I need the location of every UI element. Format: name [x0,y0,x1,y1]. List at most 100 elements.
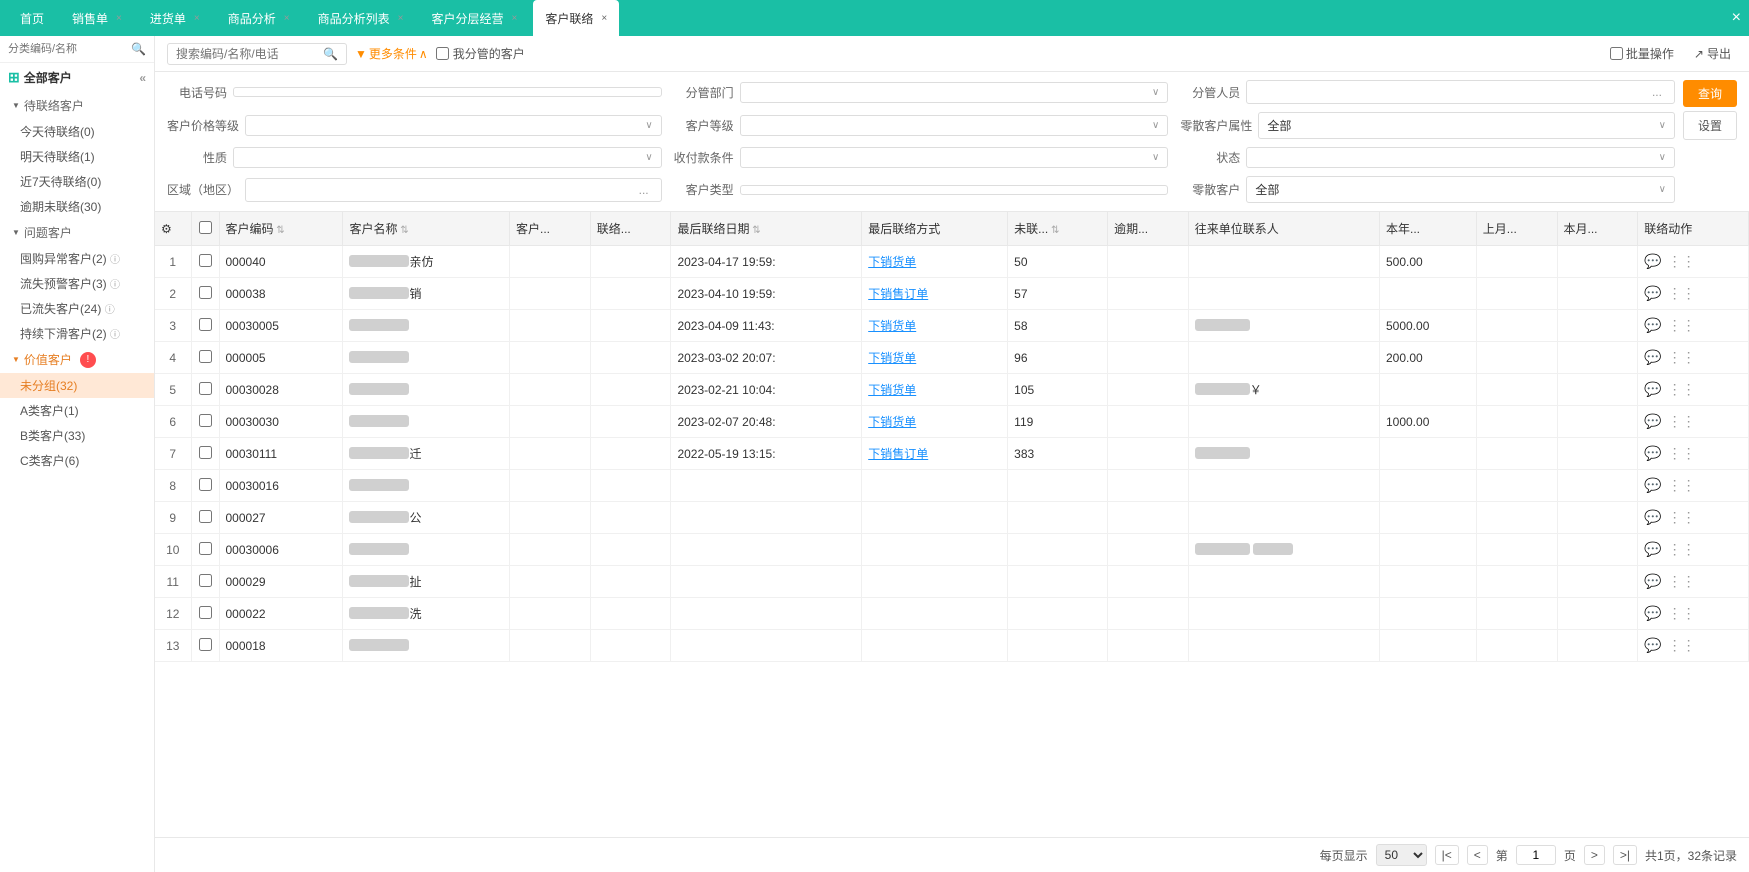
chat-icon[interactable]: 💬 [1644,253,1661,270]
more-filters-btn[interactable]: ▼ 更多条件 ∧ [355,45,428,62]
chat-icon[interactable]: 💬 [1644,317,1661,334]
th-name[interactable]: 客户名称 [343,212,510,246]
sidebar-item-hoarding[interactable]: 囤购异常客户(2) ⓘ [0,246,154,271]
th-settings[interactable]: ⚙ [155,212,191,246]
tab-customer-contact-close[interactable]: × [601,13,607,24]
row-checkbox[interactable] [199,254,212,267]
row-checkbox[interactable] [199,574,212,587]
tab-customer-tier[interactable]: 客户分层经营 × [419,0,529,36]
chat-icon[interactable]: 💬 [1644,349,1661,366]
cell-checkbox[interactable] [191,406,219,438]
sidebar-item-churned[interactable]: 已流失客户(24) ⓘ [0,296,154,321]
more-icon[interactable]: ⋮⋮ [1668,509,1696,526]
cell-checkbox[interactable] [191,310,219,342]
more-icon[interactable]: ⋮⋮ [1668,605,1696,622]
cell-checkbox[interactable] [191,502,219,534]
cell-checkbox[interactable] [191,470,219,502]
chat-icon[interactable]: 💬 [1644,573,1661,590]
contact-method-link[interactable]: 下销货单 [868,255,916,269]
page-input[interactable] [1516,845,1556,865]
more-icon[interactable]: ⋮⋮ [1668,445,1696,462]
manager-input[interactable]: ... [1246,80,1675,104]
all-customers-section[interactable]: ⊞ 全部客户 « [0,63,154,92]
th-last-contact-date[interactable]: 最后联络日期 [671,212,862,246]
dept-input[interactable]: ∨ [740,82,1169,103]
row-checkbox[interactable] [199,606,212,619]
contact-method-link[interactable]: 下销货单 [868,383,916,397]
select-all-checkbox[interactable] [199,221,212,234]
sidebar-group-problem[interactable]: ▼ 问题客户 [0,219,154,246]
close-window-btn[interactable]: × [1732,9,1741,27]
th-last-month[interactable]: 上月... [1476,212,1557,246]
more-icon[interactable]: ⋮⋮ [1668,573,1696,590]
batch-checkbox[interactable] [1610,47,1623,60]
row-checkbox[interactable] [199,286,212,299]
th-last-contact-method[interactable]: 最后联络方式 [862,212,1008,246]
search-input[interactable] [176,47,319,61]
cell-checkbox[interactable] [191,278,219,310]
tab-customer-contact[interactable]: 客户联络 × [533,0,619,36]
chat-icon[interactable]: 💬 [1644,477,1661,494]
sidebar-item-churn-warning[interactable]: 流失预警客户(3) ⓘ [0,271,154,296]
row-checkbox[interactable] [199,510,212,523]
prev-page-btn[interactable]: < [1467,845,1488,865]
row-checkbox[interactable] [199,542,212,555]
tab-product-analysis-list[interactable]: 商品分析列表 × [306,0,416,36]
th-this-year[interactable]: 本年... [1379,212,1476,246]
th-uncontacted[interactable]: 未联... [1008,212,1108,246]
more-icon[interactable]: ⋮⋮ [1668,285,1696,302]
my-customers-check[interactable] [436,47,449,60]
row-checkbox[interactable] [199,382,212,395]
contact-method-link[interactable]: 下销售订单 [868,287,928,301]
cell-checkbox[interactable] [191,246,219,278]
search-box[interactable]: 🔍 [167,43,347,65]
next-page-btn[interactable]: > [1584,845,1605,865]
status-input[interactable]: ∨ [1246,147,1675,168]
chat-icon[interactable]: 💬 [1644,605,1661,622]
more-icon[interactable]: ⋮⋮ [1668,637,1696,654]
sidebar-item-c-class[interactable]: C类客户(6) [0,448,154,473]
sidebar-collapse-btn[interactable]: « [139,71,146,85]
chat-icon[interactable]: 💬 [1644,413,1661,430]
tab-purchase-close[interactable]: × [194,13,200,24]
row-checkbox[interactable] [199,414,212,427]
th-code[interactable]: 客户编码 [219,212,343,246]
tab-sales[interactable]: 销售单 × [60,0,134,36]
phone-input[interactable] [233,87,662,97]
last-page-btn[interactable]: >| [1613,845,1637,865]
chat-icon[interactable]: 💬 [1644,285,1661,302]
page-size-select[interactable]: 50 100 200 [1376,844,1427,866]
sidebar-item-7days[interactable]: 近7天待联络(0) [0,169,154,194]
my-customers-checkbox[interactable]: 我分管的客户 [436,45,525,62]
customer-tier-input[interactable]: ∨ [740,115,1169,136]
more-icon[interactable]: ⋮⋮ [1668,253,1696,270]
region-input[interactable]: ... [245,178,662,202]
reset-button[interactable]: 设置 [1683,111,1737,140]
search-icon[interactable]: 🔍 [323,47,338,61]
sidebar-item-declining[interactable]: 持续下滑客户(2) ⓘ [0,321,154,346]
more-icon[interactable]: ⋮⋮ [1668,477,1696,494]
row-checkbox[interactable] [199,350,212,363]
cell-checkbox[interactable] [191,566,219,598]
chat-icon[interactable]: 💬 [1644,445,1661,462]
cell-checkbox[interactable] [191,598,219,630]
more-icon[interactable]: ⋮⋮ [1668,413,1696,430]
contact-method-link[interactable]: 下销货单 [868,351,916,365]
sidebar-group-pending[interactable]: ▼ 待联络客户 [0,92,154,119]
settings-icon[interactable]: ⚙ [161,222,172,236]
row-checkbox[interactable] [199,446,212,459]
row-checkbox[interactable] [199,638,212,651]
sidebar-item-b-class[interactable]: B类客户(33) [0,423,154,448]
customer-type-input[interactable] [740,185,1169,195]
sidebar-item-today[interactable]: 今天待联络(0) [0,119,154,144]
sidebar-group-value[interactable]: ▼ 价值客户 ! [0,346,154,373]
sidebar-search-icon[interactable]: 🔍 [131,42,146,56]
chat-icon[interactable]: 💬 [1644,509,1661,526]
retail-customer-input[interactable]: 全部 ∨ [1246,176,1675,203]
price-tier-input[interactable]: ∨ [245,115,662,136]
th-contact[interactable]: 联络... [590,212,671,246]
more-icon[interactable]: ⋮⋮ [1668,541,1696,558]
th-company-contact[interactable]: 往来单位联系人 [1188,212,1379,246]
query-button[interactable]: 查询 [1683,80,1737,107]
nature-input[interactable]: ∨ [233,147,662,168]
